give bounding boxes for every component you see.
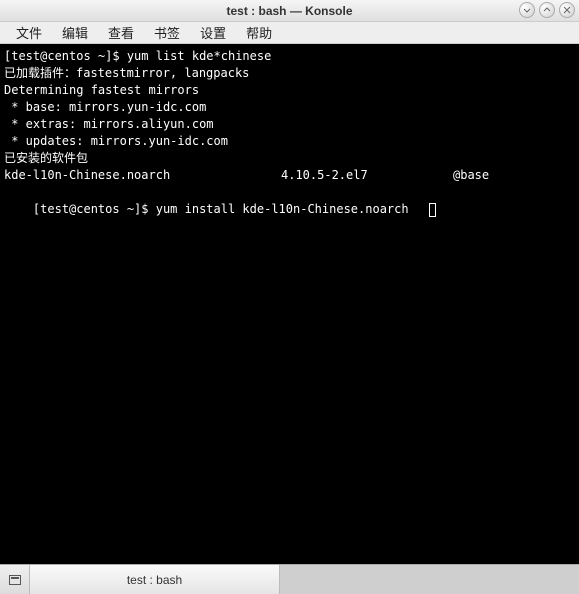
terminal-line: [test@centos ~]$ yum list kde*chinese: [4, 48, 575, 65]
tab-bar: test : bash: [0, 564, 579, 594]
terminal-line: Determining fastest mirrors: [4, 82, 575, 99]
window-title: test : bash — Konsole: [226, 4, 352, 18]
menu-settings[interactable]: 设置: [190, 21, 236, 44]
menu-file[interactable]: 文件: [6, 21, 52, 44]
window-titlebar: test : bash — Konsole: [0, 0, 579, 22]
menubar: 文件 编辑 查看 书签 设置 帮助: [0, 22, 579, 44]
new-tab-button[interactable]: [0, 565, 30, 594]
package-version: 4.10.5-2.el7: [281, 167, 453, 184]
tab-label: test : bash: [127, 573, 182, 587]
menu-help[interactable]: 帮助: [236, 21, 282, 44]
terminal-line: * base: mirrors.yun-idc.com: [4, 99, 575, 116]
window-controls: [519, 2, 575, 18]
package-name: kde-l10n-Chinese.noarch: [4, 167, 281, 184]
terminal-icon: [9, 575, 21, 585]
terminal-area[interactable]: [test@centos ~]$ yum list kde*chinese 已加…: [0, 44, 579, 564]
package-repo: @base: [453, 167, 575, 184]
terminal-line: 已安装的软件包: [4, 150, 575, 167]
maximize-button[interactable]: [539, 2, 555, 18]
tab-active[interactable]: test : bash: [30, 565, 280, 594]
menu-bookmarks[interactable]: 书签: [144, 21, 190, 44]
tab-bar-empty: [280, 565, 579, 594]
terminal-line: 已加载插件：fastestmirror, langpacks: [4, 65, 575, 82]
terminal-line: [test@centos ~]$ yum install kde-l10n-Ch…: [33, 202, 409, 216]
terminal-prompt-line: [test@centos ~]$ yum install kde-l10n-Ch…: [4, 184, 575, 235]
menu-view[interactable]: 查看: [98, 21, 144, 44]
terminal-line: * updates: mirrors.yun-idc.com: [4, 133, 575, 150]
terminal-cursor: [429, 203, 436, 217]
minimize-button[interactable]: [519, 2, 535, 18]
menu-edit[interactable]: 编辑: [52, 21, 98, 44]
terminal-package-line: kde-l10n-Chinese.noarch 4.10.5-2.el7 @ba…: [4, 167, 575, 184]
close-button[interactable]: [559, 2, 575, 18]
terminal-line: * extras: mirrors.aliyun.com: [4, 116, 575, 133]
